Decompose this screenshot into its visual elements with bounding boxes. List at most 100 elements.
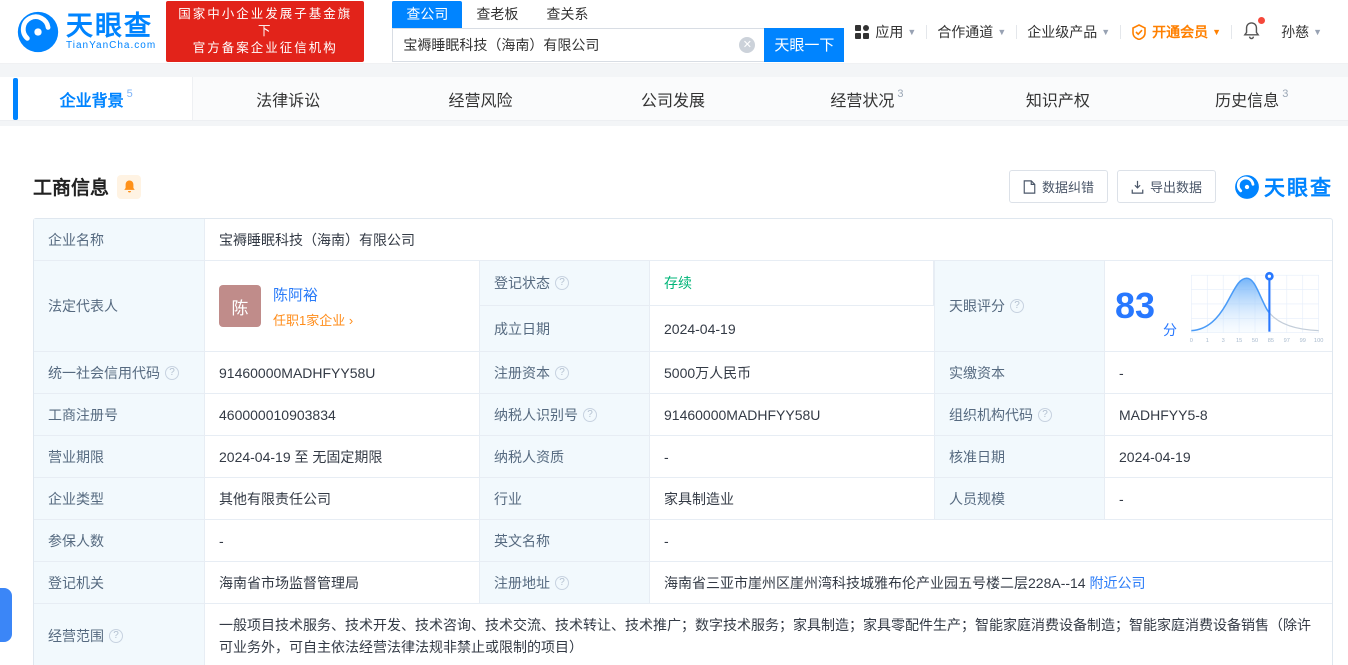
company-name-value: 宝褥睡眠科技（海南）有限公司 [219, 231, 415, 248]
taxpayer-id-value: 91460000MADHFYY58U [650, 394, 935, 435]
industry-label: 行业 [480, 478, 650, 519]
english-name-value: - [664, 532, 669, 549]
data-correction-button[interactable]: 数据纠错 [1008, 170, 1108, 203]
notification-bell[interactable] [1232, 16, 1271, 43]
info-icon[interactable]: ? [555, 575, 569, 590]
tab-company-background[interactable]: 企业背景 5 [0, 77, 194, 120]
svg-text:1: 1 [1206, 338, 1209, 344]
table-row: 登记机关 海南省市场监督管理局 注册地址? 海南省三亚市崖州区崖州湾科技城雅布伦… [34, 562, 1332, 604]
search-tab-relation[interactable]: 查关系 [532, 1, 602, 28]
nav-open-vip[interactable]: 开通会员 ▼ [1121, 22, 1231, 42]
chevron-down-icon: ▼ [907, 26, 917, 37]
nav-coop-label: 合作通道 [937, 23, 994, 40]
top-right-nav: 应用 ▼ 合作通道 ▼ 企业级产品 ▼ 开通会员 ▼ 孙慈 ▼ [844, 16, 1332, 43]
tab-label: 知识产权 [1025, 92, 1090, 110]
subscribe-bell-button[interactable] [117, 174, 142, 199]
business-term-value: 2024-04-19 至 无固定期限 [205, 436, 480, 477]
notification-dot [1258, 16, 1266, 24]
registration-authority-value: 海南省市场监督管理局 [205, 562, 480, 603]
tab-operation-risk[interactable]: 经营风险 [386, 77, 578, 120]
info-icon[interactable]: ? [165, 365, 179, 380]
taxpayer-quality-label: 纳税人资质 [480, 436, 650, 477]
tab-history-info[interactable]: 历史信息 3 [1156, 77, 1348, 120]
tab-label: 历史信息 [1215, 92, 1280, 110]
score-number: 83 [1115, 285, 1156, 326]
search-input[interactable] [392, 27, 765, 62]
info-icon[interactable]: ? [1038, 407, 1052, 422]
registered-address-label: 注册地址? [480, 562, 650, 603]
tab-label: 企业背景 [59, 92, 124, 110]
nav-enterprise-label: 企业级产品 [1027, 23, 1098, 40]
svg-text:85: 85 [1268, 338, 1274, 344]
paid-capital-value: - [1119, 364, 1124, 381]
nav-apps[interactable]: 应用 ▼ [844, 22, 926, 42]
tab-operating-status[interactable]: 经营状况 3 [771, 77, 963, 120]
taxpayer-quality-value: - [650, 436, 935, 477]
username: 孙慈 [1281, 23, 1310, 40]
tab-count: 5 [126, 87, 133, 100]
score-distribution-chart: 0 1 3 15 50 85 97 99 100 [1190, 271, 1324, 344]
approval-date-value: 2024-04-19 [1119, 448, 1191, 465]
info-icon[interactable]: ? [583, 407, 597, 422]
legal-rep-name-link[interactable]: 陈阿裕 [273, 284, 353, 305]
gov-certification-badge: 国家中小企业发展子基金旗下 官方备案企业征信机构 [166, 1, 365, 62]
table-row: 企业名称 宝褥睡眠科技（海南）有限公司 [34, 219, 1332, 261]
chevron-down-icon: ▼ [997, 26, 1007, 37]
info-icon[interactable]: ? [109, 629, 123, 643]
user-menu[interactable]: 孙慈 ▼ [1271, 22, 1332, 42]
insured-count-value: - [205, 520, 480, 561]
search-button[interactable]: 天眼一下 [764, 27, 845, 62]
download-icon [1131, 180, 1144, 194]
search-tab-company[interactable]: 查公司 [392, 0, 463, 28]
org-code-value: MADHFYY5-8 [1119, 406, 1208, 423]
staff-size-value: - [1119, 490, 1124, 507]
nearby-companies-link[interactable]: 附近公司 [1089, 573, 1145, 593]
tab-intellectual-property[interactable]: 知识产权 [963, 77, 1155, 120]
search-tab-boss[interactable]: 查老板 [462, 1, 532, 28]
clear-search-icon[interactable]: ✕ [739, 36, 756, 53]
tab-legal-litigation[interactable]: 法律诉讼 [193, 77, 385, 120]
side-float-widget[interactable] [0, 588, 12, 642]
nav-coop-channel[interactable]: 合作通道 ▼ [927, 22, 1016, 42]
legal-rep-label: 法定代表人 [34, 261, 205, 351]
section-title: 工商信息 [33, 178, 110, 199]
logo-domain: TianYanCha.com [66, 40, 157, 51]
tianyancha-logo[interactable]: 天眼查 TianYanCha.com [16, 10, 156, 54]
watermark-text: 天眼查 [1264, 176, 1333, 200]
tab-company-development[interactable]: 公司发展 [578, 77, 770, 120]
info-icon[interactable]: ? [555, 276, 569, 290]
legal-rep-avatar[interactable]: 陈 [219, 285, 261, 327]
info-icon[interactable]: ? [1010, 299, 1024, 313]
status-date-subgrid: 登记状态? 存续 成立日期 2024-04-19 [480, 261, 935, 351]
main-content: 工商信息 数据纠错 导出数据 天眼查 企业名称 宝褥睡眠科技（海南）有限公司 法… [0, 126, 1348, 665]
svg-text:50: 50 [1252, 338, 1258, 344]
search-area: 查公司 查老板 查关系 ✕ 天眼一下 [392, 0, 845, 62]
data-correction-label: 数据纠错 [1041, 180, 1094, 195]
business-scope-label: 经营范围? [34, 604, 205, 665]
apps-grid-icon [855, 24, 870, 39]
company-section-tabs: 企业背景 5 法律诉讼 经营风险 公司发展 经营状况 3 知识产权 历史信息 3 [0, 77, 1348, 121]
tianyan-score-value[interactable]: 83 分 0 1 3 15 50 85 97 99 100 [1105, 261, 1335, 351]
svg-text:100: 100 [1314, 338, 1323, 344]
svg-text:3: 3 [1222, 338, 1225, 344]
reg-capital-value: 5000万人民币 [650, 352, 935, 393]
info-icon[interactable]: ? [555, 365, 569, 380]
english-name-label: 英文名称 [480, 520, 650, 561]
bell-icon [1243, 21, 1260, 39]
top-header: 天眼查 TianYanCha.com 国家中小企业发展子基金旗下 官方备案企业征… [0, 0, 1348, 64]
nav-enterprise-products[interactable]: 企业级产品 ▼ [1017, 22, 1120, 42]
established-date-label: 成立日期 [480, 306, 650, 351]
tianyancha-watermark: 天眼查 [1234, 172, 1333, 202]
logo-text: 天眼查 [66, 11, 153, 41]
table-row: 营业期限 2024-04-19 至 无固定期限 纳税人资质 - 核准日期 202… [34, 436, 1332, 478]
credit-code-value: 91460000MADHFYY58U [205, 352, 480, 393]
approval-date-label: 核准日期 [935, 436, 1105, 477]
legal-rep-value: 陈 陈阿裕 任职1家企业 › [205, 261, 480, 351]
export-data-button[interactable]: 导出数据 [1116, 170, 1216, 203]
search-tabs: 查公司 查老板 查关系 [392, 0, 844, 28]
established-date-value: 2024-04-19 [664, 320, 736, 337]
score-axis-ticks: 0 1 3 15 50 85 97 99 100 [1190, 338, 1324, 344]
nav-apps-label: 应用 [875, 23, 904, 40]
reg-number-value: 460000010903834 [205, 394, 480, 435]
legal-rep-employment-link[interactable]: 任职1家企业 › [273, 310, 353, 329]
